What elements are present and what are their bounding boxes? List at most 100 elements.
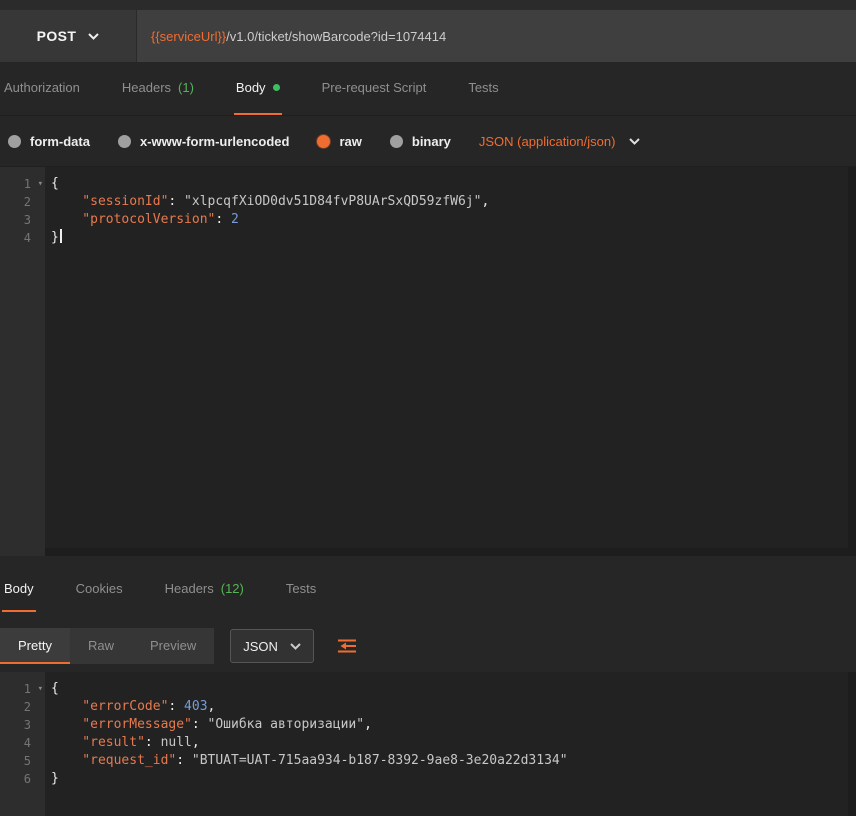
line-number: 3 <box>23 213 31 227</box>
line-number: 5 <box>23 754 31 768</box>
code-token: "sessionId" <box>82 194 169 209</box>
response-toolbar: Pretty Raw Preview JSON <box>0 628 856 664</box>
tab-pre-request-label: Pre-request Script <box>321 80 427 95</box>
line-number: 4 <box>23 231 31 245</box>
request-body-editor[interactable]: 1 ▾ 2 3 4 { "sessionId": "xlpcqfXiOD0dv5… <box>0 167 856 556</box>
code-token: "protocolVersion" <box>82 212 216 227</box>
response-body-code[interactable]: { "errorCode": 403, "errorMessage": "Оши… <box>45 672 848 816</box>
text-cursor <box>59 229 62 243</box>
method-label: POST <box>36 28 77 44</box>
view-pretty-label: Pretty <box>18 637 52 653</box>
line-number: 4 <box>23 736 31 750</box>
response-tab-body-label: Body <box>4 581 34 596</box>
code-token: : <box>215 212 232 227</box>
tab-body[interactable]: Body <box>233 62 282 115</box>
mode-urlencoded-label: x-www-form-urlencoded <box>139 133 290 149</box>
tab-authorization[interactable]: Authorization <box>2 62 82 115</box>
code-line: { <box>45 680 848 698</box>
tab-authorization-label: Authorization <box>4 80 80 95</box>
request-url-bar: POST {{serviceUrl}}/v1.0/ticket/showBarc… <box>0 10 856 62</box>
mode-binary[interactable]: binary <box>389 133 451 149</box>
code-token: , <box>191 735 200 750</box>
radio-unselected-icon <box>389 134 403 148</box>
response-tab-tests[interactable]: Tests <box>284 581 318 612</box>
code-token: 403 <box>184 699 208 714</box>
code-token: } <box>51 771 59 786</box>
response-headers-count-badge: (12) <box>220 581 244 596</box>
code-line: "errorCode": 403, <box>45 698 848 716</box>
code-token: null <box>160 735 192 750</box>
code-token: : <box>168 194 185 209</box>
tab-tests[interactable]: Tests <box>466 62 500 115</box>
request-tabs: Authorization Headers (1) Body Pre-reque… <box>0 62 856 116</box>
mode-urlencoded[interactable]: x-www-form-urlencoded <box>117 133 290 149</box>
code-token: "Ошибка авторизации" <box>207 717 365 732</box>
view-pretty-button[interactable]: Pretty <box>0 628 70 664</box>
code-token: "BTUAT=UAT-715aa934-b187-8392-9ae8-3e20a… <box>191 753 568 768</box>
code-line: } <box>45 770 848 788</box>
method-selector[interactable]: POST <box>0 10 137 62</box>
view-preview-button[interactable]: Preview <box>132 628 214 664</box>
code-token: "errorMessage" <box>82 717 192 732</box>
code-token: "result" <box>82 735 145 750</box>
code-token: "xlpcqfXiOD0dv51D84fvP8UArSxQD59zfW6j" <box>184 194 482 209</box>
line-number: 1 ▾ <box>23 175 43 193</box>
response-tab-headers-label: Headers <box>164 581 214 596</box>
mode-raw[interactable]: raw <box>317 134 362 149</box>
mode-form-data[interactable]: form-data <box>8 134 90 149</box>
fold-arrow-icon[interactable]: ▾ <box>38 680 43 698</box>
response-view-switcher: Pretty Raw Preview <box>0 628 215 664</box>
request-body-code[interactable]: { "sessionId": "xlpcqfXiOD0dv51D84fvP8UA… <box>45 167 848 556</box>
code-token: , <box>364 717 372 732</box>
code-line: "protocolVersion": 2 <box>45 211 848 229</box>
code-line: "result": null, <box>45 734 848 752</box>
view-preview-label: Preview <box>149 637 197 653</box>
code-token: 2 <box>231 212 239 227</box>
code-token: : <box>168 699 185 714</box>
view-raw-label: Raw <box>87 637 114 653</box>
headers-count-badge: (1) <box>178 80 194 95</box>
url-path: /v1.0/ticket/showBarcode?id=1074414 <box>226 28 447 44</box>
request-editor-vscrollbar[interactable] <box>848 167 856 556</box>
response-language-label: JSON <box>243 638 278 654</box>
response-body-viewer[interactable]: 1 ▾ 2 3 4 5 6 { "errorCode": 403, "error… <box>0 672 856 816</box>
response-language-selector[interactable]: JSON <box>230 629 314 663</box>
chevron-down-icon <box>88 32 100 40</box>
content-type-label: JSON (application/json) <box>478 133 616 149</box>
code-line: "request_id": "BTUAT=UAT-715aa934-b187-8… <box>45 752 848 770</box>
chevron-down-icon <box>290 642 301 650</box>
tab-headers[interactable]: Headers (1) <box>120 62 196 115</box>
url-variable: {{serviceUrl}} <box>151 28 227 44</box>
chevron-down-icon <box>629 137 641 145</box>
tab-pre-request-script[interactable]: Pre-request Script <box>320 62 429 115</box>
request-editor-gutter: 1 ▾ 2 3 4 <box>0 167 45 556</box>
code-token: : <box>191 717 208 732</box>
line-number: 6 <box>23 772 31 786</box>
mode-form-data-label: form-data <box>30 133 90 149</box>
tab-body-label: Body <box>235 80 266 95</box>
code-line: { <box>45 175 848 193</box>
fold-arrow-icon[interactable]: ▾ <box>38 175 43 193</box>
line-number: 3 <box>23 718 31 732</box>
content-type-selector[interactable]: JSON (application/json) <box>479 134 641 149</box>
code-token: { <box>51 176 59 191</box>
body-mode-bar: form-data x-www-form-urlencoded raw bina… <box>0 116 856 167</box>
code-line: "errorMessage": "Ошибка авторизации", <box>45 716 848 734</box>
code-token: "request_id" <box>82 753 177 768</box>
response-tab-headers[interactable]: Headers (12) <box>163 581 246 612</box>
response-tab-cookies-label: Cookies <box>75 581 123 596</box>
request-editor-hscrollbar[interactable] <box>45 548 848 556</box>
response-tab-body[interactable]: Body <box>2 581 36 612</box>
mode-binary-label: binary <box>411 133 451 149</box>
view-raw-button[interactable]: Raw <box>70 628 132 664</box>
response-viewer-vscrollbar[interactable] <box>848 672 856 816</box>
body-indicator-dot-icon <box>272 84 280 91</box>
line-number: 2 <box>23 195 31 209</box>
format-response-button[interactable] <box>332 634 362 658</box>
url-input[interactable]: {{serviceUrl}}/v1.0/ticket/showBarcode?i… <box>137 10 856 62</box>
response-tab-tests-label: Tests <box>285 581 317 596</box>
response-tab-cookies[interactable]: Cookies <box>74 581 125 612</box>
response-tabs: Body Cookies Headers (12) Tests <box>0 556 856 612</box>
radio-selected-icon <box>317 134 331 148</box>
code-token: , <box>207 699 216 714</box>
